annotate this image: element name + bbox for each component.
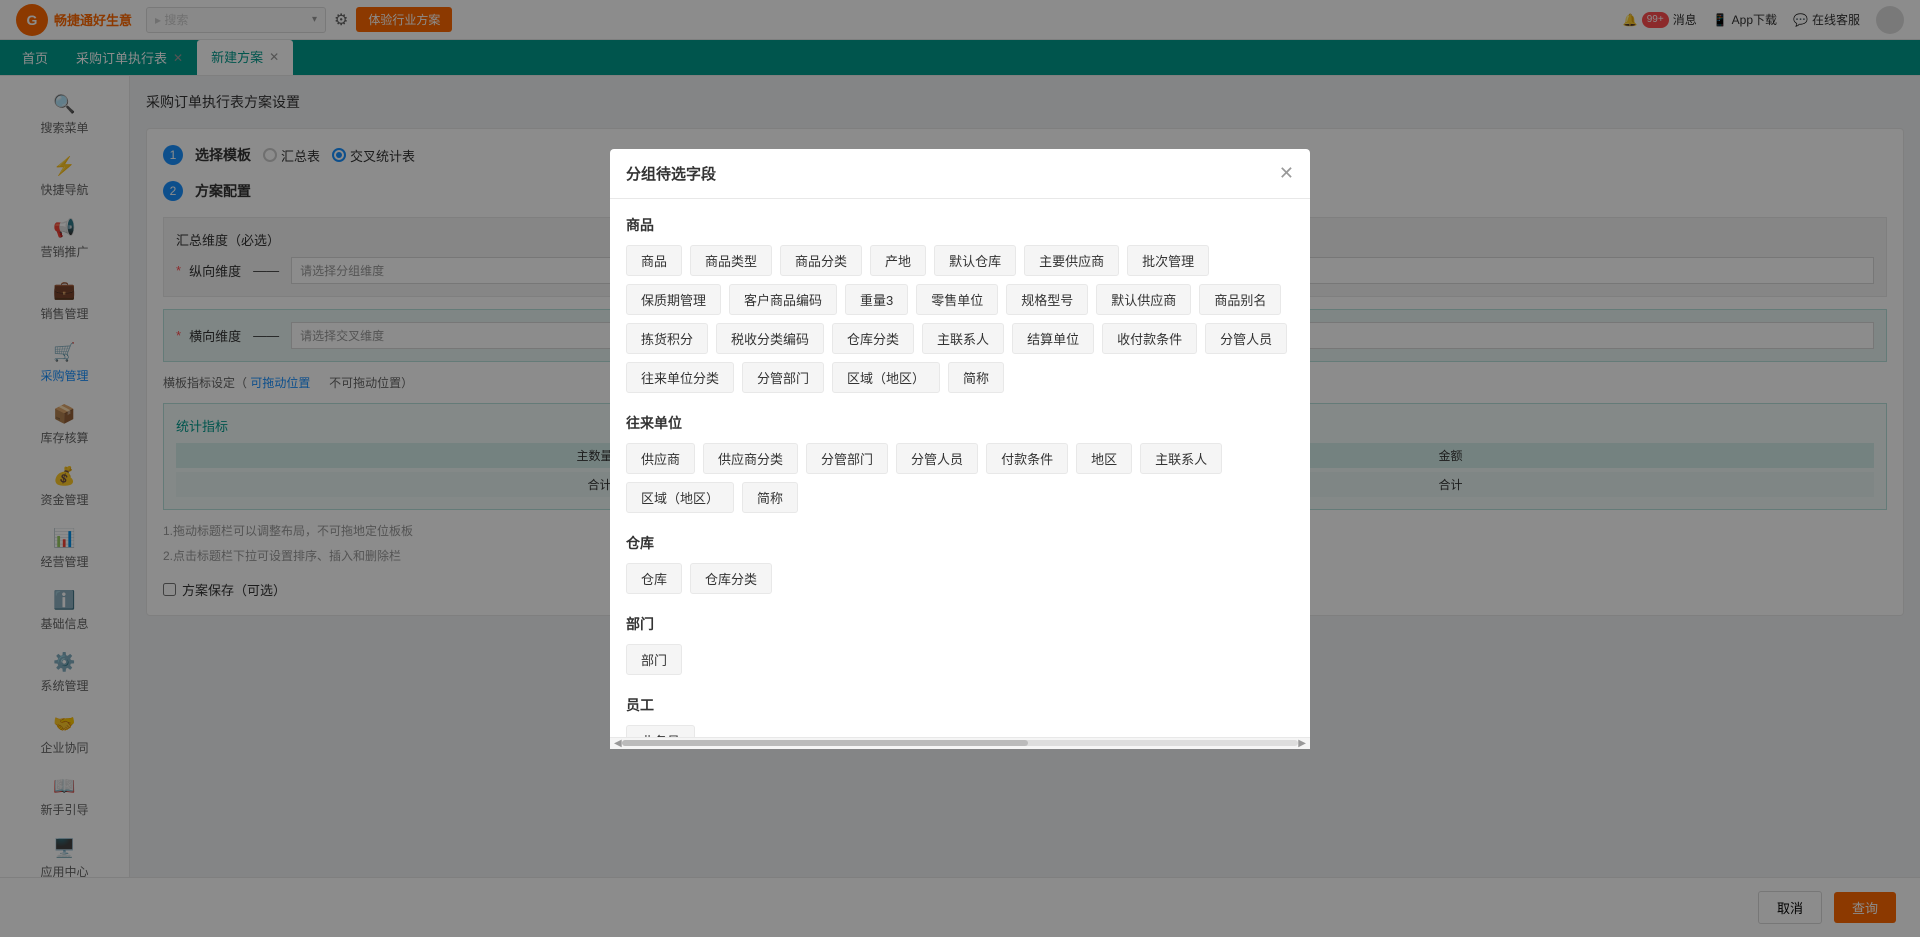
field-tag[interactable]: 税收分类编码 — [716, 323, 824, 354]
field-tag[interactable]: 客户商品编码 — [729, 284, 837, 315]
field-tag[interactable]: 主联系人 — [1140, 443, 1222, 474]
field-tag[interactable]: 区域（地区） — [832, 362, 940, 393]
field-group-department-title: 部门 — [626, 614, 1294, 634]
field-tag[interactable]: 保质期管理 — [626, 284, 721, 315]
modal-overlay: 分组待选字段 ✕ 商品 商品 商品类型 商品分类 产地 默认仓库 主要供应商 批… — [0, 0, 1920, 937]
field-tag[interactable]: 分管人员 — [1205, 323, 1287, 354]
field-tags-warehouse: 仓库 仓库分类 — [626, 563, 1294, 594]
field-tag[interactable]: 重量3 — [845, 284, 908, 315]
field-tag[interactable]: 业务员 — [626, 725, 695, 737]
field-tag[interactable]: 规格型号 — [1006, 284, 1088, 315]
field-tag[interactable]: 供应商 — [626, 443, 695, 474]
modal: 分组待选字段 ✕ 商品 商品 商品类型 商品分类 产地 默认仓库 主要供应商 批… — [610, 149, 1310, 749]
modal-header: 分组待选字段 ✕ — [610, 149, 1310, 199]
modal-scrollbar: ◀ ▶ — [610, 737, 1310, 749]
field-tags-partner: 供应商 供应商分类 分管部门 分管人员 付款条件 地区 主联系人 区域（地区） … — [626, 443, 1294, 513]
field-tag[interactable]: 简称 — [948, 362, 1004, 393]
field-group-partner: 往来单位 供应商 供应商分类 分管部门 分管人员 付款条件 地区 主联系人 区域… — [626, 413, 1294, 513]
field-tag[interactable]: 默认仓库 — [934, 245, 1016, 276]
scroll-left-arrow[interactable]: ◀ — [614, 738, 622, 749]
field-tag[interactable]: 批次管理 — [1127, 245, 1209, 276]
field-tag[interactable]: 地区 — [1076, 443, 1132, 474]
field-tag[interactable]: 付款条件 — [986, 443, 1068, 474]
field-tag[interactable]: 主要供应商 — [1024, 245, 1119, 276]
field-tag[interactable]: 仓库分类 — [832, 323, 914, 354]
field-tag[interactable]: 供应商分类 — [703, 443, 798, 474]
field-tag[interactable]: 分管部门 — [806, 443, 888, 474]
scrollbar-thumb[interactable] — [622, 740, 1028, 746]
field-tag[interactable]: 部门 — [626, 644, 682, 675]
field-group-goods-title: 商品 — [626, 215, 1294, 235]
field-tags-department: 部门 — [626, 644, 1294, 675]
field-tag[interactable]: 商品分类 — [780, 245, 862, 276]
field-tag[interactable]: 商品别名 — [1199, 284, 1281, 315]
modal-body: 商品 商品 商品类型 商品分类 产地 默认仓库 主要供应商 批次管理 保质期管理… — [610, 199, 1310, 737]
field-group-goods: 商品 商品 商品类型 商品分类 产地 默认仓库 主要供应商 批次管理 保质期管理… — [626, 215, 1294, 393]
field-group-department: 部门 部门 — [626, 614, 1294, 675]
field-tag[interactable]: 默认供应商 — [1096, 284, 1191, 315]
field-tag[interactable]: 零售单位 — [916, 284, 998, 315]
field-tag[interactable]: 仓库分类 — [690, 563, 772, 594]
scrollbar-track — [622, 740, 1299, 746]
field-group-employee-title: 员工 — [626, 695, 1294, 715]
field-tag[interactable]: 拣货积分 — [626, 323, 708, 354]
modal-title: 分组待选字段 — [626, 163, 716, 184]
field-tag[interactable]: 产地 — [870, 245, 926, 276]
modal-close-button[interactable]: ✕ — [1279, 163, 1294, 184]
field-tag[interactable]: 仓库 — [626, 563, 682, 594]
scroll-right-arrow[interactable]: ▶ — [1298, 738, 1306, 749]
field-tag[interactable]: 区域（地区） — [626, 482, 734, 513]
field-group-warehouse-title: 仓库 — [626, 533, 1294, 553]
field-tags-goods: 商品 商品类型 商品分类 产地 默认仓库 主要供应商 批次管理 保质期管理 客户… — [626, 245, 1294, 393]
field-tag[interactable]: 主联系人 — [922, 323, 1004, 354]
field-tag[interactable]: 收付款条件 — [1102, 323, 1197, 354]
field-tags-employee: 业务员 — [626, 725, 1294, 737]
field-tag[interactable]: 往来单位分类 — [626, 362, 734, 393]
field-tag[interactable]: 结算单位 — [1012, 323, 1094, 354]
field-group-warehouse: 仓库 仓库 仓库分类 — [626, 533, 1294, 594]
field-group-partner-title: 往来单位 — [626, 413, 1294, 433]
field-tag[interactable]: 商品类型 — [690, 245, 772, 276]
field-tag[interactable]: 分管人员 — [896, 443, 978, 474]
field-tag[interactable]: 分管部门 — [742, 362, 824, 393]
field-tag[interactable]: 简称 — [742, 482, 798, 513]
field-group-employee: 员工 业务员 — [626, 695, 1294, 737]
field-tag[interactable]: 商品 — [626, 245, 682, 276]
